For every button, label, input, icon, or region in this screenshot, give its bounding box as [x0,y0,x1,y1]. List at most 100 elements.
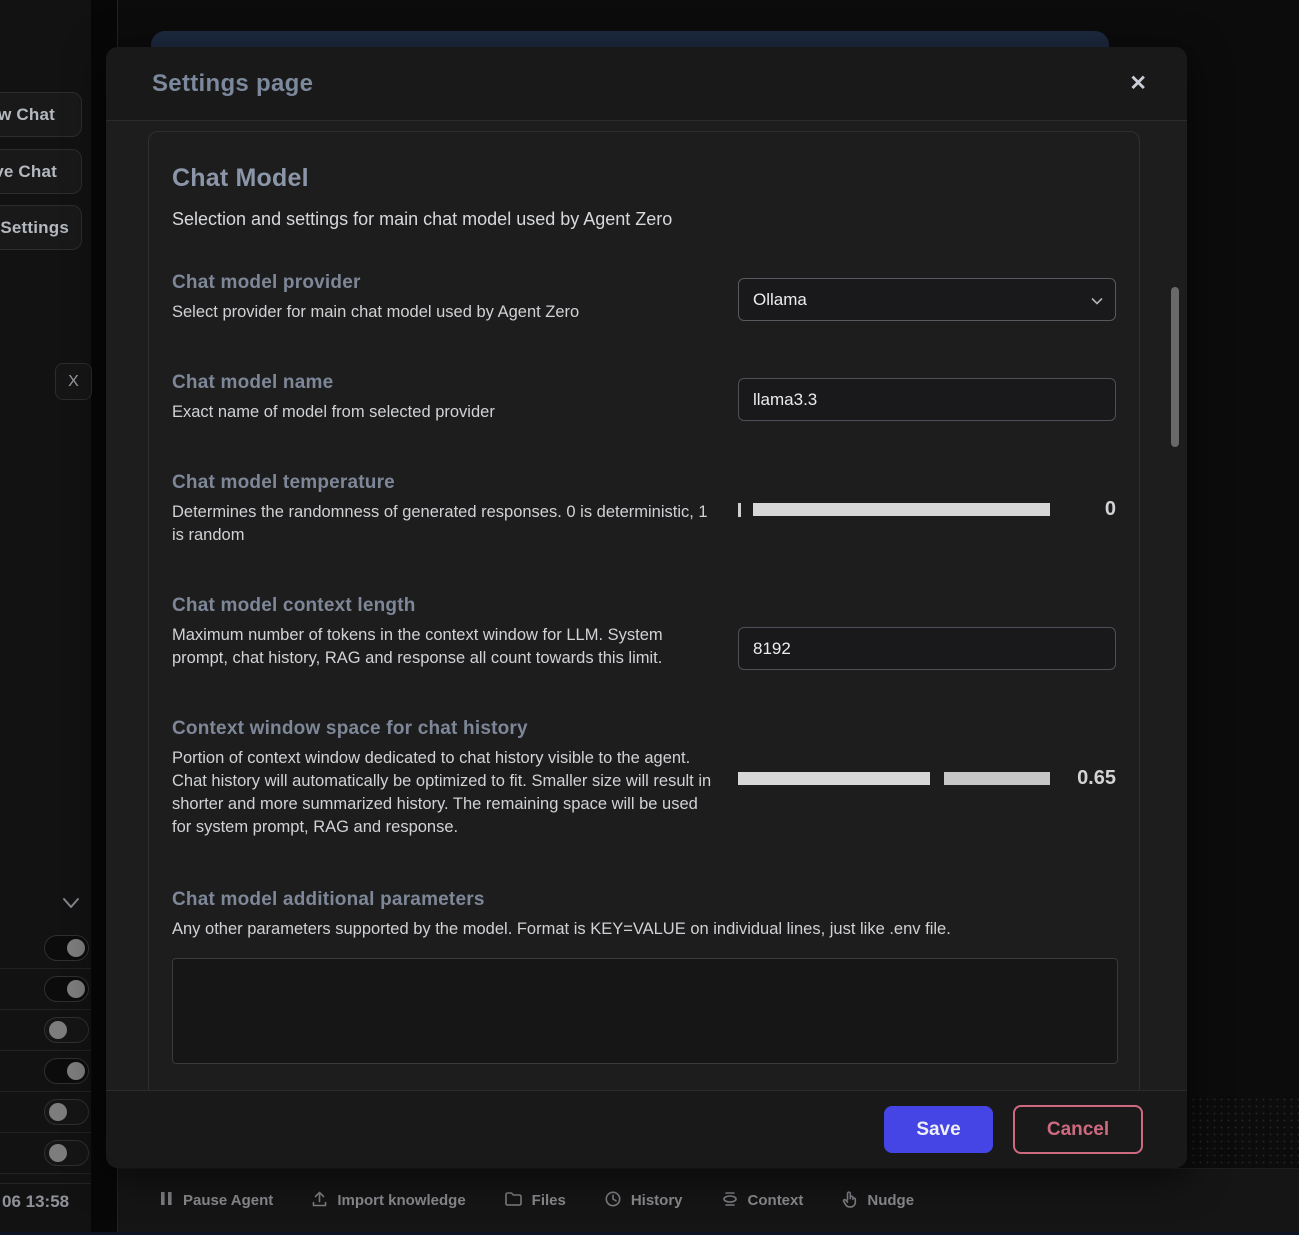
field-description: Select provider for main chat model used… [172,303,580,321]
field-chat-model-temperature: Chat model temperature Determines the ra… [172,472,1116,547]
field-control: 0.65 [738,767,1116,790]
toggle-row [0,1133,91,1174]
additional-parameters-textarea[interactable] [172,958,1118,1064]
modal-header: Settings page ✕ [106,47,1187,121]
upload-icon [311,1190,328,1212]
field-chat-model-provider: Chat model provider Select provider for … [172,272,1116,324]
toolbar-label: Files [531,1192,566,1209]
history-space-slider[interactable] [738,771,1050,787]
sidebar-item-label: w Chat [0,104,55,124]
section-description: Selection and settings for main chat mod… [172,209,673,229]
toolbar-label: Import knowledge [337,1192,466,1209]
sidebar-item-new-chat[interactable]: w Chat [0,92,82,137]
bottom-toolbar: Pause Agent Import knowledge Files Histo… [118,1168,1299,1232]
chevron-down-icon[interactable] [59,893,83,913]
toggle-switch[interactable] [44,976,89,1002]
chat-model-provider-select[interactable]: Ollama [738,278,1116,321]
toggle-switch[interactable] [44,1099,89,1125]
x-label: X [68,372,79,390]
sidebar-item-save-chat[interactable]: ve Chat [0,149,82,194]
sidebar-item-label: ve Chat [0,161,57,181]
field-description: Maximum number of tokens in the context … [172,626,663,667]
slider-track-filled[interactable] [738,772,930,785]
pause-agent-button[interactable]: Pause Agent [159,1190,273,1211]
modal-title: Settings page [152,69,314,97]
toggle-switch[interactable] [44,1058,89,1084]
field-description: Exact name of model from selected provid… [172,403,495,421]
sidebar-item-label: Settings [0,217,69,237]
toggle-row [0,928,91,969]
field-description: Portion of context window dedicated to c… [172,749,712,836]
save-button[interactable]: Save [884,1106,993,1153]
sidebar-toggle-list [0,928,91,1174]
field-control: 0 [738,498,1116,521]
database-icon [721,1190,739,1212]
timestamp: 06 13:58 [0,1183,91,1212]
toggle-switch[interactable] [44,1017,89,1043]
field-additional-parameters: Chat model additional parameters Any oth… [172,889,1118,1069]
field-control [738,595,1116,670]
app-root: w Chat ve Chat Settings X 06 13:58 Pause… [0,0,1299,1235]
pause-icon [159,1190,174,1211]
slider-track[interactable] [753,503,1050,516]
toggle-row [0,1092,91,1133]
toggle-switch[interactable] [44,935,89,961]
field-label: Chat model context length [172,595,416,616]
chat-model-section: Chat Model Selection and settings for ma… [148,131,1140,1090]
field-chat-model-context-length: Chat model context length Maximum number… [172,595,1116,670]
field-label: Chat model provider [172,272,361,293]
select-value: Ollama [753,289,807,309]
context-button[interactable]: Context [721,1190,804,1212]
context-length-input[interactable] [738,627,1116,670]
sidebar-item-settings[interactable]: Settings [0,205,82,250]
history-space-value: 0.65 [1077,767,1116,789]
toolbar-label: Context [747,1192,804,1209]
field-text: Chat model provider Select provider for … [172,272,714,324]
toggle-switch[interactable] [44,1140,89,1166]
clock-icon [604,1190,622,1212]
field-control [738,372,1116,421]
modal-footer: Save Cancel [106,1090,1187,1168]
field-description: Any other parameters supported by the mo… [172,920,951,938]
field-text: Chat model name Exact name of model from… [172,372,714,424]
settings-modal: Settings page ✕ Chat Model Selection and… [106,47,1187,1168]
import-knowledge-button[interactable]: Import knowledge [311,1190,466,1212]
cancel-button[interactable]: Cancel [1013,1105,1143,1154]
slider-thumb[interactable] [738,502,741,517]
sidebar: w Chat ve Chat Settings X 06 13:58 [0,0,92,1232]
chat-model-name-input[interactable] [738,378,1116,421]
field-label: Context window space for chat history [172,718,528,739]
toggle-row [0,1010,91,1051]
toolbar-label: Pause Agent [183,1192,274,1209]
field-text: Chat model temperature Determines the ra… [172,472,714,547]
modal-scrollbar[interactable] [1171,287,1179,447]
section-heading: Chat Model [172,164,309,192]
slider-track[interactable] [944,772,1050,785]
background-texture [1190,1096,1299,1164]
history-button[interactable]: History [604,1190,683,1212]
chevron-down-icon [1091,290,1103,310]
field-context-window-space: Context window space for chat history Po… [172,718,1116,839]
sidebar-close-chat-button[interactable]: X [55,363,92,400]
files-button[interactable]: Files [504,1190,566,1211]
nudge-button[interactable]: Nudge [841,1190,914,1212]
hand-icon [841,1190,858,1212]
temperature-slider[interactable] [738,502,1050,518]
field-description: Determines the randomness of generated r… [172,503,708,544]
close-icon[interactable]: ✕ [1129,71,1147,96]
field-text: Chat model context length Maximum number… [172,595,714,670]
folder-icon [504,1190,523,1211]
temperature-slider-row: 0 [738,498,1116,521]
field-label: Chat model name [172,372,334,393]
field-text: Context window space for chat history Po… [172,718,714,839]
toolbar-label: History [630,1192,683,1209]
field-label: Chat model temperature [172,472,395,493]
toggle-row [0,1051,91,1092]
toggle-row [0,969,91,1010]
toolbar-label: Nudge [867,1192,915,1209]
history-space-slider-row: 0.65 [738,767,1116,790]
modal-body[interactable]: Chat Model Selection and settings for ma… [106,121,1187,1090]
temperature-value: 0 [1104,498,1116,520]
field-control: Ollama [738,272,1116,321]
field-chat-model-name: Chat model name Exact name of model from… [172,372,1116,424]
